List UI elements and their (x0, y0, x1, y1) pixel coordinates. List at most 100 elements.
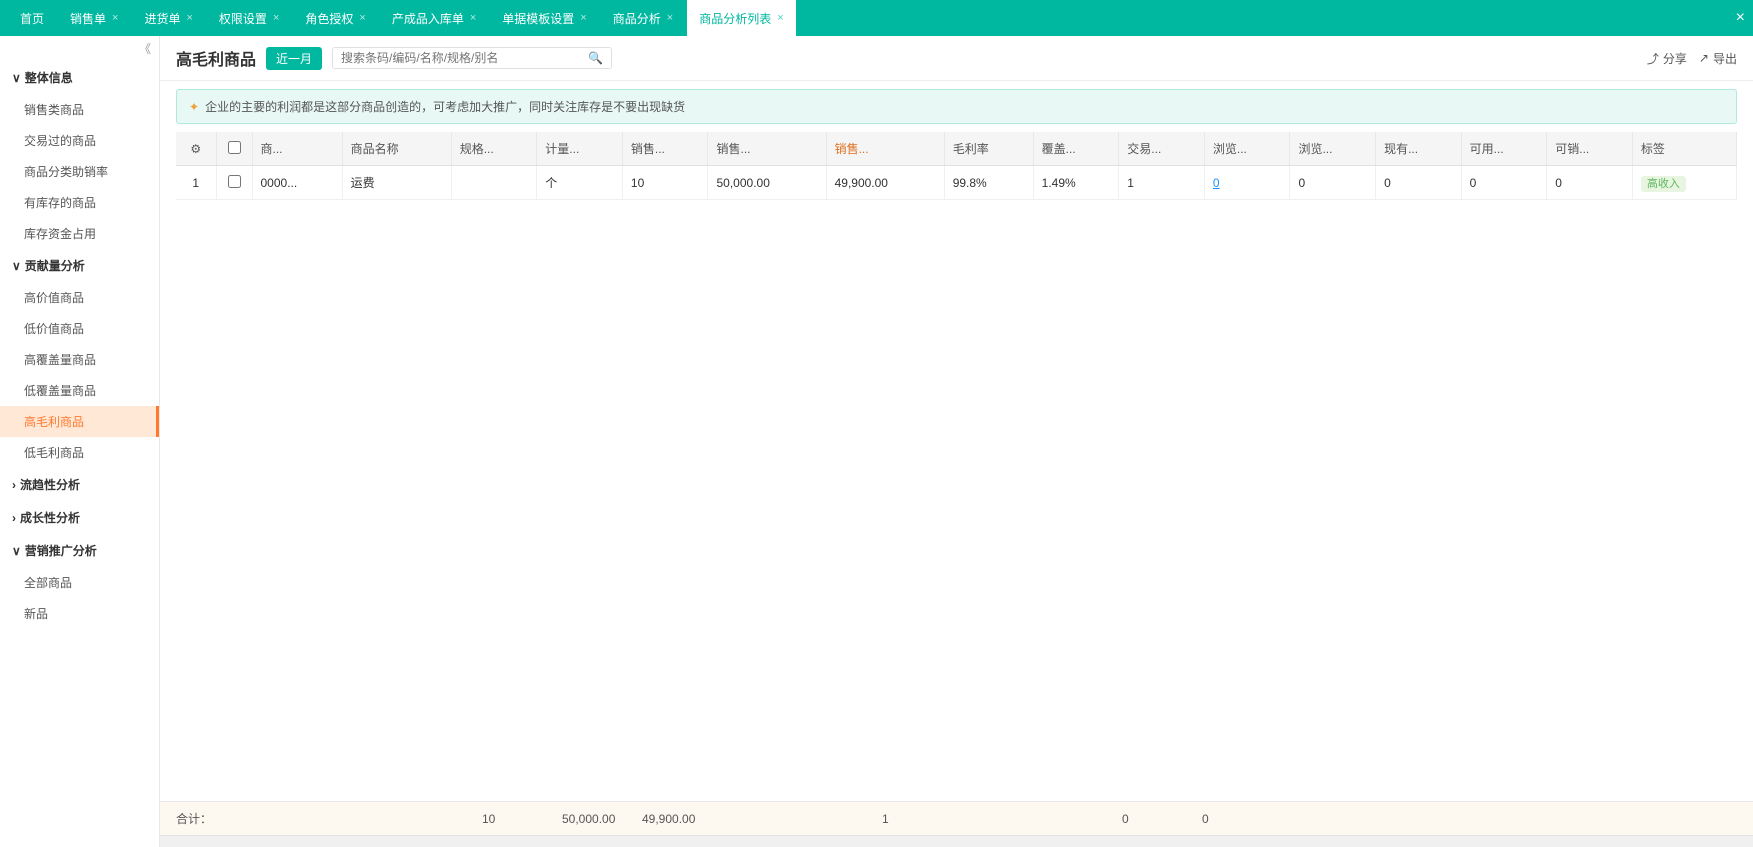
arrow-down-icon-3: ∨ (12, 544, 21, 558)
footer-cell-spacer2 (714, 812, 874, 826)
sidebar-section-marketing[interactable]: ∨ 营销推广分析 (0, 534, 159, 567)
nav-analysis-close[interactable]: × (667, 12, 673, 24)
sidebar-section-overview-items: 销售类商品 交易过的商品 商品分类助销率 有库存的商品 库存资金占用 (0, 94, 159, 249)
share-icon: ⤴ (1647, 50, 1659, 67)
th-available[interactable]: 可用... (1461, 132, 1547, 166)
nav-product-in-close[interactable]: × (470, 12, 476, 24)
th-unit[interactable]: 计量... (537, 132, 623, 166)
sidebar-item-new-goods[interactable]: 新品 (0, 598, 159, 629)
nav-role[interactable]: 角色授权 × (293, 0, 377, 36)
td-coverage: 1.49% (1033, 166, 1119, 200)
nav-home[interactable]: 首页 (8, 0, 56, 36)
sidebar: 《 ∨ 整体信息 销售类商品 交易过的商品 商品分类助销率 有库存的商品 库存资… (0, 36, 160, 847)
arrow-down-icon: ∨ (12, 71, 21, 85)
date-filter-button[interactable]: 近一月 (266, 47, 322, 70)
search-input[interactable] (341, 51, 584, 65)
sidebar-item-high-value[interactable]: 高价值商品 (0, 282, 159, 313)
search-input-wrap: 🔍 (332, 47, 612, 69)
nav-permission[interactable]: 权限设置 × (207, 0, 291, 36)
nav-template[interactable]: 单据模板设置 × (490, 0, 598, 36)
top-nav: 首页 销售单 × 进货单 × 权限设置 × 角色授权 × 产成品入库单 × 单据… (0, 0, 1753, 36)
nav-sales-close[interactable]: × (112, 12, 118, 24)
sidebar-item-low-coverage[interactable]: 低覆盖量商品 (0, 375, 159, 406)
sidebar-item-low-value[interactable]: 低价值商品 (0, 313, 159, 344)
total-label: 合计： (176, 810, 236, 827)
th-checkbox[interactable] (216, 132, 252, 166)
info-banner: ✦ 企业的主要的利润都是这部分商品创造的，可考虑加大推广，同时关注库存是不要出现… (176, 89, 1737, 124)
header-checkbox[interactable] (228, 141, 241, 154)
sidebar-section-flow[interactable]: › 流趋性分析 (0, 468, 159, 501)
bottom-scrollbar[interactable] (160, 835, 1753, 847)
sidebar-section-growth[interactable]: › 成长性分析 (0, 501, 159, 534)
row-checkbox[interactable] (228, 175, 241, 188)
td-sales-cost: 49,900.00 (826, 166, 944, 200)
td-tag: 高收入 (1632, 166, 1736, 200)
th-current[interactable]: 现有... (1376, 132, 1462, 166)
th-sales-cost[interactable]: 销售... (826, 132, 944, 166)
nav-purchase[interactable]: 进货单 × (132, 0, 204, 36)
th-sales-amount[interactable]: 销售... (708, 132, 826, 166)
th-spec[interactable]: 规格... (451, 132, 537, 166)
share-button[interactable]: ⤴ 分享 (1647, 50, 1687, 67)
th-settings[interactable]: ⚙ (176, 132, 216, 166)
star-icon: ✦ (189, 100, 199, 114)
th-view1[interactable]: 浏览... (1204, 132, 1290, 166)
nav-product-in[interactable]: 产成品入库单 × (380, 0, 488, 36)
th-saleable[interactable]: 可销... (1547, 132, 1633, 166)
td-spec (451, 166, 537, 200)
sidebar-item-sales-goods[interactable]: 销售类商品 (0, 94, 159, 125)
th-tag[interactable]: 标签 (1632, 132, 1736, 166)
sidebar-item-category-rate[interactable]: 商品分类助销率 (0, 156, 159, 187)
window-close-icon[interactable]: × (1736, 9, 1745, 27)
td-view2: 0 (1290, 166, 1376, 200)
view1-link[interactable]: 0 (1213, 176, 1220, 190)
sidebar-section-overview[interactable]: ∨ 整体信息 (0, 61, 159, 94)
data-table: ⚙ 商... 商品名称 规格... 计量... 销售... 销售... 销售..… (176, 132, 1737, 200)
td-trade: 1 (1119, 166, 1205, 200)
search-icon[interactable]: 🔍 (588, 51, 603, 65)
nav-analysis[interactable]: 商品分析 × (601, 0, 685, 36)
sidebar-section-contribution[interactable]: ∨ 贡献量分析 (0, 249, 159, 282)
td-gross-rate: 99.8% (944, 166, 1033, 200)
sidebar-item-high-coverage[interactable]: 高覆盖量商品 (0, 344, 159, 375)
nav-template-close[interactable]: × (580, 12, 586, 24)
td-name: 运费 (342, 166, 451, 200)
table-wrap: ⚙ 商... 商品名称 规格... 计量... 销售... 销售... 销售..… (160, 132, 1753, 801)
sidebar-item-low-margin[interactable]: 低毛利商品 (0, 437, 159, 468)
footer-cell-cost: 49,900.00 (634, 812, 714, 826)
sidebar-section-contribution-items: 高价值商品 低价值商品 高覆盖量商品 低覆盖量商品 高毛利商品 低毛利商品 (0, 282, 159, 468)
th-view2[interactable]: 浏览... (1290, 132, 1376, 166)
footer-total: 合计： 10 50,000.00 49,900.00 1 0 0 (160, 801, 1753, 835)
sidebar-item-high-margin[interactable]: 高毛利商品 (0, 406, 159, 437)
page-title: 高毛利商品 (176, 46, 256, 70)
footer-cell-qty: 10 (474, 812, 554, 826)
nav-analysis-list-close[interactable]: × (777, 12, 783, 24)
th-trade[interactable]: 交易... (1119, 132, 1205, 166)
sidebar-item-in-stock[interactable]: 有库存的商品 (0, 187, 159, 218)
sidebar-item-traded-goods[interactable]: 交易过的商品 (0, 125, 159, 156)
nav-permission-close[interactable]: × (273, 12, 279, 24)
nav-sales[interactable]: 销售单 × (58, 0, 130, 36)
td-available: 0 (1461, 166, 1547, 200)
export-icon: ↗ (1699, 51, 1709, 65)
th-coverage[interactable]: 覆盖... (1033, 132, 1119, 166)
td-unit: 个 (537, 166, 623, 200)
sidebar-collapse-btn[interactable]: 《 (0, 36, 159, 61)
sidebar-section-marketing-items: 全部商品 新品 (0, 567, 159, 629)
td-checkbox[interactable] (216, 166, 252, 200)
nav-role-close[interactable]: × (359, 12, 365, 24)
export-button[interactable]: ↗ 导出 (1699, 50, 1737, 67)
nav-analysis-list[interactable]: 商品分析列表 × (687, 0, 795, 36)
footer-cell-saleable: 0 (1194, 812, 1274, 826)
td-view1[interactable]: 0 (1204, 166, 1290, 200)
th-gross-rate[interactable]: 毛利率 (944, 132, 1033, 166)
th-code[interactable]: 商... (252, 132, 342, 166)
nav-purchase-close[interactable]: × (186, 12, 192, 24)
sidebar-item-all-goods[interactable]: 全部商品 (0, 567, 159, 598)
content-header: 高毛利商品 近一月 🔍 ⤴ 分享 ↗ 导出 (160, 36, 1753, 81)
main-layout: 《 ∨ 整体信息 销售类商品 交易过的商品 商品分类助销率 有库存的商品 库存资… (0, 36, 1753, 847)
sidebar-item-stock-capital[interactable]: 库存资金占用 (0, 218, 159, 249)
th-sales-qty[interactable]: 销售... (622, 132, 708, 166)
td-sales-amount: 50,000.00 (708, 166, 826, 200)
th-name[interactable]: 商品名称 (342, 132, 451, 166)
